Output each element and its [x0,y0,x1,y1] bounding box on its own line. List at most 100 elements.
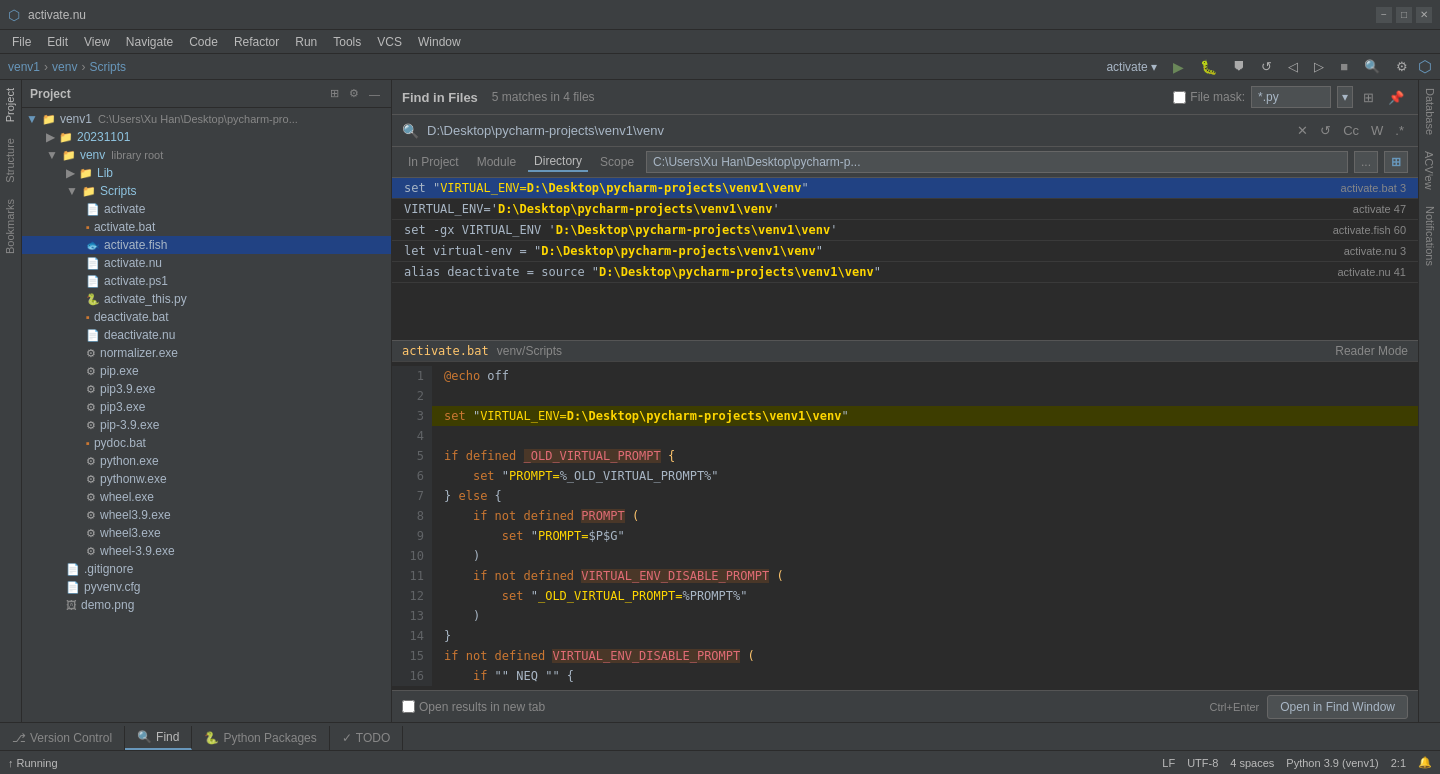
bottom-tab-version-control[interactable]: ⎇ Version Control [0,726,125,750]
tree-item-pip3[interactable]: ⚙ pip3.exe [22,398,391,416]
tree-item-normalizer[interactable]: ⚙ normalizer.exe [22,344,391,362]
scope-scope[interactable]: Scope [594,153,640,171]
minimize-button[interactable]: − [1376,7,1392,23]
search-everywhere-button[interactable]: 🔍 [1358,56,1386,77]
tree-item-wheel3[interactable]: ⚙ wheel3.exe [22,524,391,542]
scope-directory[interactable]: Directory [528,152,588,172]
scope-path-browse[interactable]: ... [1354,151,1378,173]
breadcrumb-venv1[interactable]: venv1 [8,60,40,74]
breadcrumb-venv[interactable]: venv [52,60,77,74]
menu-run[interactable]: Run [287,33,325,51]
vtab-notifications[interactable]: Notifications [1421,198,1439,274]
status-branch[interactable]: ↑ Running [8,757,58,769]
tree-item-lib[interactable]: ▶ 📁 Lib [22,164,391,182]
filter-icon-btn[interactable]: ⊞ [1359,88,1378,107]
tree-item-wheel[interactable]: ⚙ wheel.exe [22,488,391,506]
tree-item-pip39[interactable]: ⚙ pip3.9.exe [22,380,391,398]
tree-item-activate-ps1[interactable]: 📄 activate.ps1 [22,272,391,290]
scope-module[interactable]: Module [471,153,522,171]
open-in-find-window-button[interactable]: Open in Find Window [1267,695,1408,719]
case-sensitive-btn[interactable]: Cc [1339,121,1363,140]
menu-code[interactable]: Code [181,33,226,51]
menu-view[interactable]: View [76,33,118,51]
vtab-acview[interactable]: ACVᴵew [1420,143,1439,198]
status-encoding[interactable]: UTF-8 [1187,757,1218,769]
pin-icon-btn[interactable]: 📌 [1384,88,1408,107]
menu-file[interactable]: File [4,33,39,51]
tree-item-pyvenv[interactable]: 📄 pyvenv.cfg [22,578,391,596]
panel-add-button[interactable]: ⊞ [327,86,342,101]
vtab-database[interactable]: Database [1421,80,1439,143]
vtab-bookmarks[interactable]: Bookmarks [0,191,21,262]
rerun-button[interactable]: ↺ [1255,56,1278,77]
file-mask-input[interactable] [1251,86,1331,108]
scope-recurse-btn[interactable]: ⊞ [1384,151,1408,173]
open-new-tab-input[interactable] [402,700,415,713]
tree-item-venv[interactable]: ▼ 📁 venv library root [22,146,391,164]
forward-button[interactable]: ▷ [1308,56,1330,77]
search-input[interactable] [427,123,1285,138]
vtab-project[interactable]: Project [0,80,21,130]
menu-window[interactable]: Window [410,33,469,51]
breadcrumb-scripts[interactable]: Scripts [89,60,126,74]
tree-item-wheel-39[interactable]: ⚙ wheel-3.9.exe [22,542,391,560]
file-mask-checkbox[interactable] [1173,91,1186,104]
tree-item-python[interactable]: ⚙ python.exe [22,452,391,470]
clear-search-btn[interactable]: ✕ [1293,121,1312,140]
bottom-tab-python-packages[interactable]: 🐍 Python Packages [192,726,329,750]
menu-edit[interactable]: Edit [39,33,76,51]
run-config-dropdown[interactable]: activate ▾ [1100,57,1163,77]
find-result-item[interactable]: set -gx VIRTUAL_ENV 'D:\Desktop\pycharm-… [392,220,1418,241]
tree-item-deactivate-nu[interactable]: 📄 deactivate.nu [22,326,391,344]
tree-item-wheel39[interactable]: ⚙ wheel3.9.exe [22,506,391,524]
find-result-item[interactable]: let virtual-env = "D:\Desktop\pycharm-pr… [392,241,1418,262]
jetbrains-icon[interactable]: ⬡ [1418,57,1432,76]
coverage-button[interactable]: ⛊ [1227,57,1251,77]
close-button[interactable]: ✕ [1416,7,1432,23]
menu-navigate[interactable]: Navigate [118,33,181,51]
tree-item-20231101[interactable]: ▶ 📁 20231101 [22,128,391,146]
tree-item-pip[interactable]: ⚙ pip.exe [22,362,391,380]
regex-btn[interactable]: .* [1391,121,1408,140]
menu-refactor[interactable]: Refactor [226,33,287,51]
debug-button[interactable]: 🐛 [1194,56,1223,78]
stop-button[interactable]: ■ [1334,56,1354,77]
settings-button[interactable]: ⚙ [1390,56,1414,77]
status-indent[interactable]: 4 spaces [1230,757,1274,769]
scope-path-input[interactable] [646,151,1348,173]
open-new-tab-label[interactable]: Open results in new tab [419,700,545,714]
find-result-item[interactable]: VIRTUAL_ENV='D:\Desktop\pycharm-projects… [392,199,1418,220]
run-button[interactable]: ▶ [1167,56,1190,78]
find-result-item[interactable]: alias deactivate = source "D:\Desktop\py… [392,262,1418,283]
refresh-search-btn[interactable]: ↺ [1316,121,1335,140]
panel-collapse-button[interactable]: — [366,86,383,101]
status-lang[interactable]: Python 3.9 (venv1) [1286,757,1378,769]
tree-item-deactivate-bat[interactable]: ▪ deactivate.bat [22,308,391,326]
tree-item-activate-bat[interactable]: ▪ activate.bat [22,218,391,236]
tree-item-activate[interactable]: 📄 activate [22,200,391,218]
vtab-structure[interactable]: Structure [0,130,21,191]
tree-item-venv1[interactable]: ▼ 📁 venv1 C:\Users\Xu Han\Desktop\pychar… [22,110,391,128]
tree-item-pip-39[interactable]: ⚙ pip-3.9.exe [22,416,391,434]
panel-settings-button[interactable]: ⚙ [346,86,362,101]
tree-item-activate-nu[interactable]: 📄 activate.nu [22,254,391,272]
tree-item-pythonw[interactable]: ⚙ pythonw.exe [22,470,391,488]
maximize-button[interactable]: □ [1396,7,1412,23]
menu-tools[interactable]: Tools [325,33,369,51]
tree-item-scripts[interactable]: ▼ 📁 Scripts [22,182,391,200]
tree-item-activate-this[interactable]: 🐍 activate_this.py [22,290,391,308]
file-mask-dropdown[interactable]: ▾ [1337,86,1353,108]
whole-word-btn[interactable]: W [1367,121,1387,140]
scope-in-project[interactable]: In Project [402,153,465,171]
status-lf[interactable]: LF [1162,757,1175,769]
bottom-tab-find[interactable]: 🔍 Find [125,726,192,750]
status-cursor[interactable]: 2:1 [1391,757,1406,769]
status-notifications[interactable]: 🔔 [1418,756,1432,769]
tree-item-pydoc[interactable]: ▪ pydoc.bat [22,434,391,452]
tree-item-activate-fish[interactable]: 🐟 activate.fish [22,236,391,254]
tree-item-demo[interactable]: 🖼 demo.png [22,596,391,614]
back-button[interactable]: ◁ [1282,56,1304,77]
tree-item-gitignore[interactable]: 📄 .gitignore [22,560,391,578]
menu-vcs[interactable]: VCS [369,33,410,51]
bottom-tab-todo[interactable]: ✓ TODO [330,726,403,750]
